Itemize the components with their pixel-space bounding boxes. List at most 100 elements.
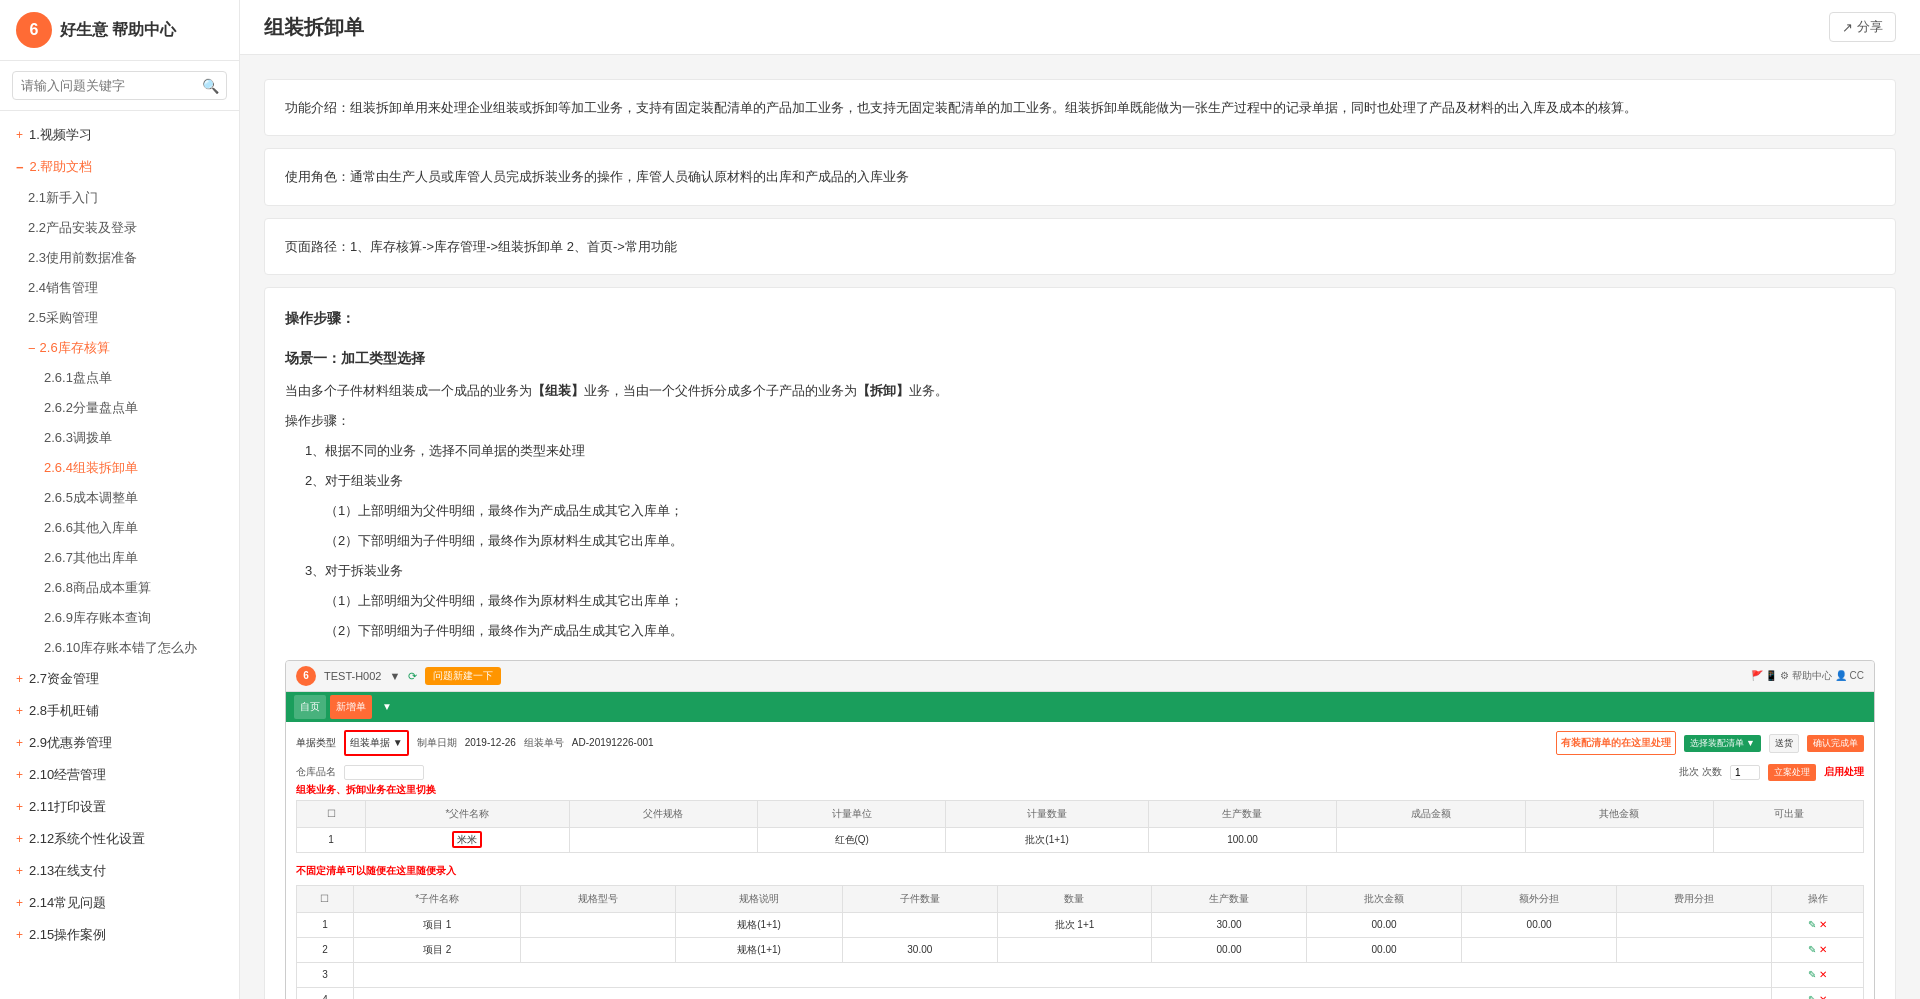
table-row: 2 项目 2 规格(1+1) 30.00 00.00 00.00 [297, 938, 1864, 963]
sidebar-sub-label: 2.6.3调拨单 [44, 429, 112, 447]
sidebar-item-label: 2.8手机旺铺 [29, 702, 99, 720]
sidebar-sub-label: 2.6.4组装拆卸单 [44, 459, 138, 477]
sidebar-item-label: 2.7资金管理 [29, 670, 99, 688]
intro-section: 功能介绍：组装拆卸单用来处理企业组装或拆卸等加工业务，支持有固定装配清单的产品加… [264, 79, 1896, 136]
sidebar-item-docs-23[interactable]: 2.3使用前数据准备 [0, 243, 239, 273]
sidebar-item-docs-264[interactable]: 2.6.4组装拆卸单 [0, 453, 239, 483]
sidebar-item-label: 2.14常见问题 [29, 894, 106, 912]
ss-apply-annotation: 启用处理 [1824, 762, 1864, 782]
ss-select-btn[interactable]: 选择装配清单 ▼ [1684, 735, 1761, 752]
sidebar-item-docs-263[interactable]: 2.6.3调拨单 [0, 423, 239, 453]
ss-top-table-wrapper: ☐ *父件名称 父件规格 计量单位 计量数量 生产数量 成品金额 其他金额 可出 [296, 800, 1864, 853]
steps-title: 操作步骤： [285, 304, 1875, 332]
sidebar-item-docs-268[interactable]: 2.6.8商品成本重算 [0, 573, 239, 603]
sidebar-item-label: 2.9优惠券管理 [29, 734, 112, 752]
plus-icon: + [16, 800, 23, 814]
ss-col-parent-spec: 父件规格 [569, 801, 757, 828]
sidebar-item-docs-267[interactable]: 2.6.7其他出库单 [0, 543, 239, 573]
ss-qty-input[interactable] [1730, 765, 1760, 780]
sidebar-item-docs-214[interactable]: + 2.14常见问题 [0, 887, 239, 919]
scenario1-steps-title: 操作步骤： [285, 408, 1875, 434]
ss-top-table: ☐ *父件名称 父件规格 计量单位 计量数量 生产数量 成品金额 其他金额 可出 [296, 800, 1864, 853]
sidebar-item-docs-211[interactable]: + 2.11打印设置 [0, 791, 239, 823]
screenshot-container: 6 TEST-H002 ▼ ⟳ 问题新建一下 🚩 📱 ⚙ 帮助中心 👤 CC 自… [285, 660, 1875, 999]
sidebar-item-docs-22[interactable]: 2.2产品安装及登录 [0, 213, 239, 243]
sidebar-item-docs-210[interactable]: + 2.10经营管理 [0, 759, 239, 791]
nav-list: + 1.视频学习 − 2.帮助文档 2.1新手入门 2.2产品安装及登录 2.3… [0, 111, 239, 999]
sidebar-sub-label: 2.6.6其他入库单 [44, 519, 138, 537]
ss-num: AD-20191226-001 [572, 733, 654, 753]
path-text: 页面路径：1、库存核算->库存管理->组装拆卸单 2、首页->常用功能 [285, 235, 1875, 258]
ss-fill-annotation: 不固定清单可以随便在这里随便录入 [296, 861, 1864, 881]
scenario1-desc: 当由多个子件材料组装成一个成品的业务为【组装】业务，当由一个父件拆分成多个子产品… [285, 378, 1875, 404]
share-button[interactable]: ↗ 分享 [1829, 12, 1896, 42]
sidebar-header: 6 好生意 帮助中心 [0, 0, 239, 61]
sidebar-sub-label: 2.6.1盘点单 [44, 369, 112, 387]
table-row: 1 项目 1 规格(1+1) 批次 1+1 30.00 00.00 00.0 [297, 913, 1864, 938]
search-input[interactable] [12, 71, 227, 100]
plus-icon: + [16, 864, 23, 878]
ss-warehouse-input[interactable] [344, 765, 424, 780]
share-label: 分享 [1857, 18, 1883, 36]
sidebar-item-label: 2.10经营管理 [29, 766, 106, 784]
sidebar-item-docs-212[interactable]: + 2.12系统个性化设置 [0, 823, 239, 855]
ss-confirm-btn[interactable]: 确认完成单 [1807, 735, 1864, 752]
sidebar: 6 好生意 帮助中心 🔍 + 1.视频学习 − 2.帮助文档 2.1新手入门 2… [0, 0, 240, 999]
sidebar-item-docs[interactable]: − 2.帮助文档 [0, 151, 239, 183]
ss-apply-btn[interactable]: 立案处理 [1768, 764, 1816, 781]
sidebar-item-docs-2610[interactable]: 2.6.10库存账本错了怎么办 [0, 633, 239, 663]
sidebar-sub-label: 2.1新手入门 [28, 189, 98, 207]
sidebar-item-docs-24[interactable]: 2.4销售管理 [0, 273, 239, 303]
plus-icon: + [16, 672, 23, 686]
sidebar-item-docs-25[interactable]: 2.5采购管理 [0, 303, 239, 333]
sidebar-item-docs-266[interactable]: 2.6.6其他入库单 [0, 513, 239, 543]
sidebar-item-docs-29[interactable]: + 2.9优惠券管理 [0, 727, 239, 759]
table-row: 1 米米 红色(Q) 批次(1+1) 100.00 [297, 828, 1864, 853]
sidebar-item-video[interactable]: + 1.视频学习 [0, 119, 239, 151]
sidebar-sub-label: 2.6.8商品成本重算 [44, 579, 151, 597]
sidebar-sub-label: 2.6.5成本调整单 [44, 489, 138, 507]
ss-action-btn[interactable]: 送货 [1769, 734, 1799, 753]
ss-warehouse-label: 仓库品名 [296, 762, 336, 782]
ss-type-annotation: 组装业务、拆卸业务在这里切换 [296, 780, 436, 800]
ss-tab-new[interactable]: 新增单 [330, 695, 372, 719]
sidebar-item-docs-27[interactable]: + 2.7资金管理 [0, 663, 239, 695]
ss-bottom-table-wrapper: 不固定清单可以随便在这里随便录入 ☐ *子件名称 规格型号 规格说明 子件数量 [296, 861, 1864, 999]
top-bar: 组装拆卸单 ↗ 分享 [240, 0, 1920, 55]
sidebar-item-label: 2.帮助文档 [30, 158, 93, 176]
table-row: 3✎ ✕ [297, 963, 1864, 988]
sidebar-item-docs-262[interactable]: 2.6.2分量盘点单 [0, 393, 239, 423]
step1: 1、根据不同的业务，选择不同单据的类型来处理 [285, 438, 1875, 464]
sidebar-item-docs-213[interactable]: + 2.13在线支付 [0, 855, 239, 887]
step2b: （2）下部明细为子件明细，最终作为原材料生成其它出库单。 [285, 528, 1875, 554]
ss-new-btn[interactable]: 问题新建一下 [425, 667, 501, 685]
intro-text: 功能介绍：组装拆卸单用来处理企业组装或拆卸等加工业务，支持有固定装配清单的产品加… [285, 96, 1875, 119]
ss-tab-home[interactable]: 自页 [294, 695, 326, 719]
sidebar-sub-label: 2.6.2分量盘点单 [44, 399, 138, 417]
sidebar-sub-label: 2.6.7其他出库单 [44, 549, 138, 567]
ss-right-icons: 🚩 📱 ⚙ 帮助中心 👤 CC [1751, 666, 1864, 686]
step3: 3、对于拆装业务 [285, 558, 1875, 584]
ss-form: 单据类型 组装单据 ▼ 制单日期 2019-12-26 组装单号 AD-2019… [286, 722, 1874, 999]
sidebar-item-label: 2.11打印设置 [29, 798, 106, 816]
ss-type-select-highlighted[interactable]: 组装单据 ▼ [344, 730, 409, 756]
sidebar-item-docs-265[interactable]: 2.6.5成本调整单 [0, 483, 239, 513]
scenario1-title: 场景一：加工类型选择 [285, 344, 1875, 372]
content-area: 功能介绍：组装拆卸单用来处理企业组装或拆卸等加工业务，支持有固定装配清单的产品加… [240, 55, 1920, 999]
sidebar-sub-label: 2.5采购管理 [28, 309, 98, 327]
ss-tab-more[interactable]: ▼ [376, 695, 398, 719]
sidebar-item-docs-261[interactable]: 2.6.1盘点单 [0, 363, 239, 393]
plus-icon: + [16, 832, 23, 846]
steps-section: 操作步骤： 场景一：加工类型选择 当由多个子件材料组装成一个成品的业务为【组装】… [264, 287, 1896, 999]
search-box[interactable]: 🔍 [0, 61, 239, 111]
sidebar-item-docs-28[interactable]: + 2.8手机旺铺 [0, 695, 239, 727]
sidebar-item-docs-21[interactable]: 2.1新手入门 [0, 183, 239, 213]
sidebar-item-docs-215[interactable]: + 2.15操作案例 [0, 919, 239, 951]
sidebar-sub-label: 2.6库存核算 [40, 339, 110, 357]
ss-type-label: 单据类型 [296, 733, 336, 753]
sidebar-item-docs-269[interactable]: 2.6.9库存账本查询 [0, 603, 239, 633]
sidebar-item-docs-26[interactable]: − 2.6库存核算 [0, 333, 239, 363]
step2a: （1）上部明细为父件明细，最终作为产成品生成其它入库单； [285, 498, 1875, 524]
sidebar-item-label: 2.12系统个性化设置 [29, 830, 145, 848]
plus-icon: + [16, 768, 23, 782]
